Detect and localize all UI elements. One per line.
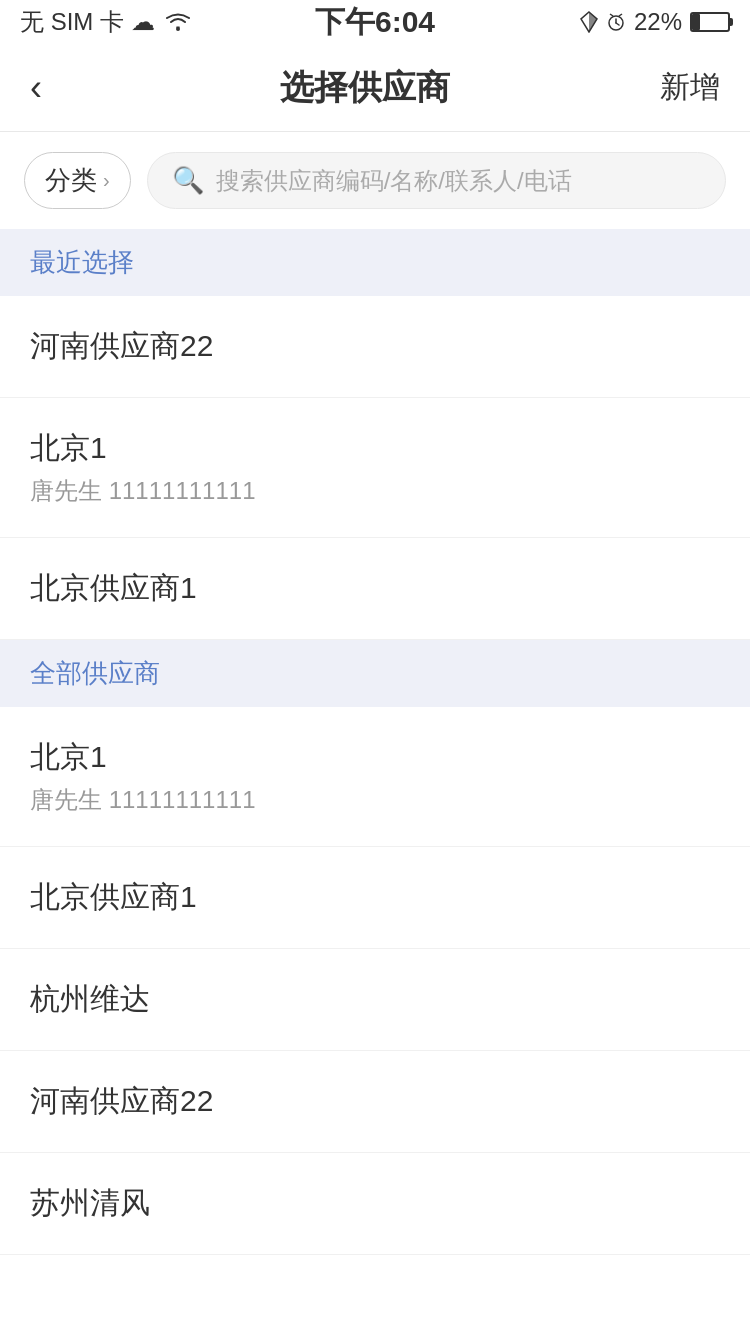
battery-percentage: 22% bbox=[634, 8, 682, 36]
item-name: 北京供应商1 bbox=[30, 568, 720, 609]
recent-section-label: 最近选择 bbox=[30, 247, 134, 277]
category-label: 分类 bbox=[45, 163, 97, 198]
item-name: 北京供应商1 bbox=[30, 877, 720, 918]
status-bar: 无 SIM 卡 ☁ 下午6:04 22% bbox=[0, 0, 750, 44]
all-section-label: 全部供应商 bbox=[30, 658, 160, 688]
svg-line-5 bbox=[610, 14, 613, 16]
list-item[interactable]: 北京1 唐先生 11111111111 bbox=[0, 398, 750, 538]
svg-line-6 bbox=[619, 14, 622, 16]
status-time: 下午6:04 bbox=[315, 2, 435, 43]
list-item[interactable]: 河南供应商22 bbox=[0, 1051, 750, 1153]
list-item[interactable]: 北京供应商1 bbox=[0, 847, 750, 949]
category-button[interactable]: 分类 › bbox=[24, 152, 131, 209]
battery-icon bbox=[690, 12, 730, 32]
item-name: 苏州清风 bbox=[30, 1183, 720, 1224]
location-icon bbox=[580, 11, 598, 33]
list-item[interactable]: 苏州清风 bbox=[0, 1153, 750, 1255]
item-sub: 唐先生 11111111111 bbox=[30, 475, 720, 507]
alarm-icon bbox=[606, 11, 626, 33]
item-name: 北京1 bbox=[30, 737, 720, 778]
item-sub: 唐先生 11111111111 bbox=[30, 784, 720, 816]
search-icon: 🔍 bbox=[172, 165, 204, 196]
add-button[interactable]: 新增 bbox=[640, 67, 720, 108]
list-item[interactable]: 北京1 唐先生 11111111111 bbox=[0, 707, 750, 847]
no-sim-text: 无 SIM 卡 ☁ bbox=[20, 6, 155, 38]
recent-items-list: 河南供应商22 北京1 唐先生 11111111111 北京供应商1 bbox=[0, 296, 750, 640]
item-name: 河南供应商22 bbox=[30, 1081, 720, 1122]
back-button[interactable]: ‹ bbox=[30, 67, 90, 109]
svg-point-0 bbox=[176, 27, 180, 31]
status-left: 无 SIM 卡 ☁ bbox=[20, 6, 193, 38]
chevron-right-icon: › bbox=[103, 169, 110, 192]
list-item[interactable]: 杭州维达 bbox=[0, 949, 750, 1051]
nav-bar: ‹ 选择供应商 新增 bbox=[0, 44, 750, 132]
item-name: 杭州维达 bbox=[30, 979, 720, 1020]
item-name: 河南供应商22 bbox=[30, 326, 720, 367]
wifi-icon bbox=[163, 11, 193, 33]
page-title: 选择供应商 bbox=[280, 65, 450, 111]
all-section-header: 全部供应商 bbox=[0, 640, 750, 707]
item-name: 北京1 bbox=[30, 428, 720, 469]
search-box: 🔍 bbox=[147, 152, 726, 209]
svg-line-4 bbox=[616, 23, 619, 25]
status-right: 22% bbox=[580, 8, 730, 36]
all-items-list: 北京1 唐先生 11111111111 北京供应商1 杭州维达河南供应商22 苏州清风 bbox=[0, 707, 750, 1255]
recent-section-header: 最近选择 bbox=[0, 229, 750, 296]
filter-bar: 分类 › 🔍 bbox=[0, 132, 750, 229]
list-item[interactable]: 河南供应商22 bbox=[0, 296, 750, 398]
list-item[interactable]: 北京供应商1 bbox=[0, 538, 750, 640]
search-input[interactable] bbox=[216, 167, 701, 195]
